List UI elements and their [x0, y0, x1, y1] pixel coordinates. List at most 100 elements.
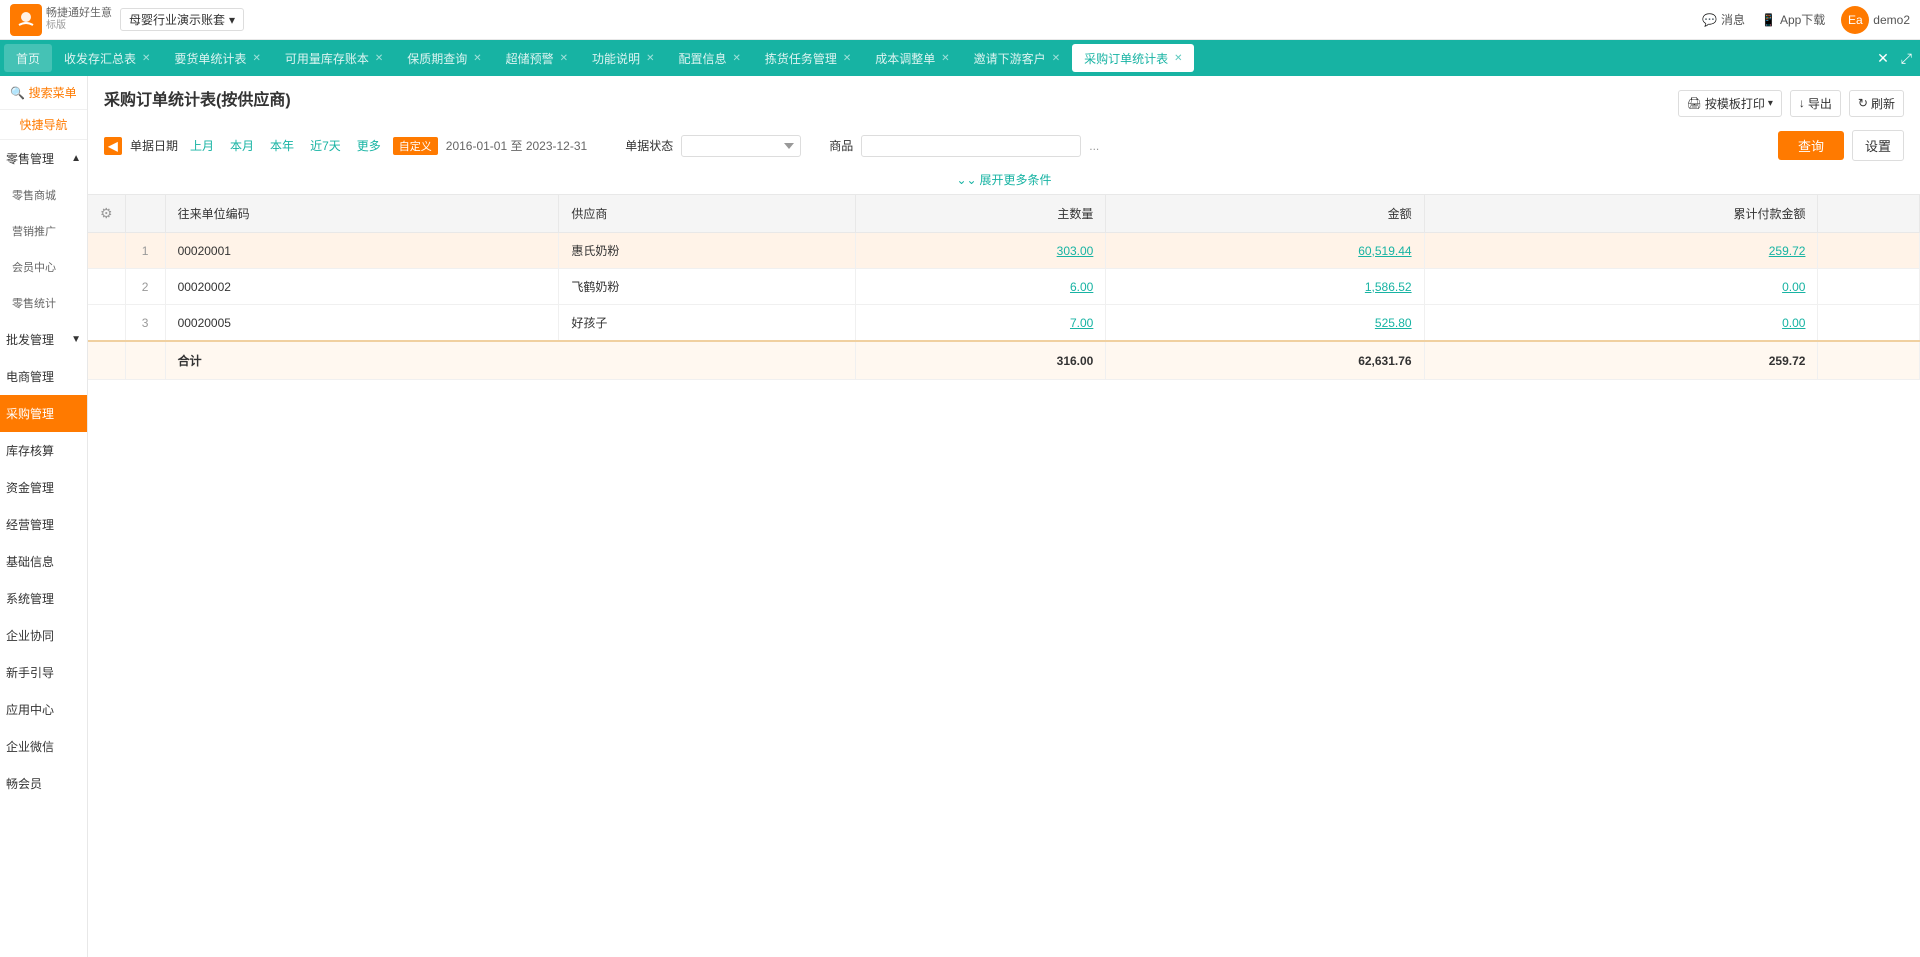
- table-row[interactable]: 3 00020005 好孩子 7.00 525.80 0.00: [88, 305, 1920, 342]
- sidebar-item-marketing[interactable]: 营销推广: [0, 213, 87, 249]
- date-quick-more[interactable]: 更多: [353, 135, 385, 156]
- tab-help[interactable]: 功能说明 ✕: [580, 44, 666, 72]
- sidebar-item-member[interactable]: 会员中心: [0, 249, 87, 285]
- sidebar-item-system[interactable]: 系统管理: [0, 580, 87, 617]
- settings-button[interactable]: 设置: [1852, 130, 1904, 161]
- sidebar-item-vip[interactable]: 畅会员: [0, 765, 87, 802]
- close-icon[interactable]: ✕: [252, 53, 260, 64]
- goods-filter-label: 商品: [829, 137, 853, 154]
- tab-overstock[interactable]: 超储预警 ✕: [494, 44, 580, 72]
- close-icon[interactable]: ✕: [560, 53, 568, 64]
- tab-purchase-stats[interactable]: 采购订单统计表 ✕: [1072, 44, 1194, 72]
- print-label: 按模板打印: [1705, 95, 1765, 112]
- td-amount-1[interactable]: 60,519.44: [1106, 233, 1424, 269]
- query-button[interactable]: 查询: [1778, 131, 1844, 160]
- close-icon[interactable]: ✕: [843, 53, 851, 64]
- tab-config[interactable]: 配置信息 ✕: [666, 44, 752, 72]
- user-action[interactable]: Ea demo2: [1841, 6, 1910, 34]
- tasks-tab-label: 拣货任务管理: [765, 50, 837, 67]
- expand-filters-btn[interactable]: ⌄⌄ 展开更多条件: [956, 171, 1051, 188]
- goods-input[interactable]: [861, 135, 1081, 157]
- main-content: 采购订单统计表(按供应商) 🖨 按模板打印 ▾ ↓ 导出 ↻: [88, 76, 1920, 957]
- sidebar-item-finance[interactable]: 资金管理: [0, 469, 87, 506]
- td-paid-3[interactable]: 0.00: [1424, 305, 1818, 342]
- date-quick-7days[interactable]: 近7天: [306, 135, 345, 156]
- refresh-button[interactable]: ↻ 刷新: [1849, 90, 1904, 117]
- td-qty-1[interactable]: 303.00: [855, 233, 1106, 269]
- collapse-filter-icon[interactable]: ◀: [104, 137, 122, 155]
- nav-tabs: 首页 收发存汇总表 ✕ 要货单统计表 ✕ 可用量库存账本 ✕ 保质期查询 ✕ 超…: [0, 40, 1920, 76]
- sidebar-retail-label: 零售管理: [6, 150, 54, 167]
- custom-date-badge[interactable]: 自定义: [393, 137, 438, 155]
- date-quick-this-month[interactable]: 本月: [226, 135, 258, 156]
- sidebar-item-wholesale[interactable]: 批发管理 ▼: [0, 321, 87, 358]
- sidebar-item-inventory-check[interactable]: 库存核算: [0, 432, 87, 469]
- tab-expiry[interactable]: 保质期查询 ✕: [395, 44, 493, 72]
- td-amount-3[interactable]: 525.80: [1106, 305, 1424, 342]
- search-icon: 🔍: [10, 86, 25, 100]
- more-filters-btn[interactable]: ...: [1089, 139, 1099, 153]
- table-row[interactable]: 2 00020002 飞鹤奶粉 6.00 1,586.52 0.00: [88, 269, 1920, 305]
- table-header-row: ⚙ 往来单位编码 供应商 主数量 金额 累计付款金额: [88, 195, 1920, 233]
- tab-cost[interactable]: 成本调整单 ✕: [863, 44, 961, 72]
- sidebar-item-retail-mall[interactable]: 零售商城: [0, 177, 87, 213]
- sidebar-item-purchase[interactable]: 采购管理: [0, 395, 87, 432]
- collect-tab-label: 收发存汇总表: [64, 50, 136, 67]
- tab-inventory[interactable]: 可用量库存账本 ✕: [273, 44, 395, 72]
- close-icon[interactable]: ✕: [473, 53, 481, 64]
- logo-icon: [10, 4, 42, 36]
- column-settings-icon[interactable]: ⚙: [100, 205, 113, 221]
- sidebar-item-basic-info[interactable]: 基础信息: [0, 543, 87, 580]
- app-download-action[interactable]: 📱 App下载: [1761, 11, 1825, 28]
- sidebar-item-collab[interactable]: 企业协同: [0, 617, 87, 654]
- sidebar-system-label: 系统管理: [6, 590, 54, 607]
- sidebar-app-center-label: 应用中心: [6, 701, 54, 718]
- tab-invite[interactable]: 邀请下游客户 ✕: [962, 44, 1072, 72]
- tab-order-stats[interactable]: 要货单统计表 ✕: [162, 44, 272, 72]
- export-button[interactable]: ↓ 导出: [1790, 90, 1841, 117]
- tab-tasks[interactable]: 拣货任务管理 ✕: [753, 44, 863, 72]
- sidebar-item-app-center[interactable]: 应用中心: [0, 691, 87, 728]
- nav-maximize-icon[interactable]: ⤢: [1897, 48, 1916, 69]
- td-amount-2[interactable]: 1,586.52: [1106, 269, 1424, 305]
- date-quick-this-year[interactable]: 本年: [266, 135, 298, 156]
- export-label: 导出: [1808, 95, 1832, 112]
- sidebar-search[interactable]: 🔍 搜索菜单: [0, 76, 87, 110]
- close-icon[interactable]: ✕: [732, 53, 740, 64]
- page-header: 采购订单统计表(按供应商) 🖨 按模板打印 ▾ ↓ 导出 ↻: [88, 76, 1920, 195]
- sidebar-item-ecommerce[interactable]: 电商管理: [0, 358, 87, 395]
- td-qty-2[interactable]: 6.00: [855, 269, 1106, 305]
- sidebar-item-retail-stats[interactable]: 零售统计: [0, 285, 87, 321]
- td-settings-2: [88, 269, 125, 305]
- close-icon[interactable]: ✕: [1174, 53, 1182, 64]
- close-icon[interactable]: ✕: [941, 53, 949, 64]
- message-action[interactable]: 💬 消息: [1702, 11, 1745, 28]
- date-range-text: 2016-01-01 至 2023-12-31: [446, 137, 587, 154]
- sidebar-item-guide[interactable]: 新手引导: [0, 654, 87, 691]
- tab-collect[interactable]: 收发存汇总表 ✕: [52, 44, 162, 72]
- tab-home[interactable]: 首页: [4, 44, 52, 72]
- sidebar-quick-nav[interactable]: 快捷导航: [0, 110, 87, 140]
- td-paid-1[interactable]: 259.72: [1424, 233, 1818, 269]
- nav-close-icon[interactable]: ✕: [1873, 48, 1893, 69]
- chevron-down-icon: ▼: [71, 334, 81, 345]
- status-select[interactable]: [681, 135, 801, 157]
- td-paid-2[interactable]: 0.00: [1424, 269, 1818, 305]
- expiry-tab-label: 保质期查询: [407, 50, 467, 67]
- print-button[interactable]: 🖨 按模板打印 ▾: [1678, 90, 1782, 117]
- content-area: 采购订单统计表(按供应商) 🖨 按模板打印 ▾ ↓ 导出 ↻: [88, 76, 1920, 957]
- close-icon[interactable]: ✕: [142, 53, 150, 64]
- sidebar-item-wechat[interactable]: 企业微信: [0, 728, 87, 765]
- close-icon[interactable]: ✕: [375, 53, 383, 64]
- th-code: 往来单位编码: [165, 195, 559, 233]
- chevron-up-icon: ▲: [71, 153, 81, 164]
- table-row[interactable]: 1 00020001 惠氏奶粉 303.00 60,519.44 259.72: [88, 233, 1920, 269]
- td-qty-3[interactable]: 7.00: [855, 305, 1106, 342]
- sidebar-item-operations[interactable]: 经营管理: [0, 506, 87, 543]
- top-bar: 畅捷通好生意 标版 母婴行业演示账套 ▾ 💬 消息 📱 App下载 Ea dem…: [0, 0, 1920, 40]
- close-icon[interactable]: ✕: [646, 53, 654, 64]
- date-quick-last-month[interactable]: 上月: [186, 135, 218, 156]
- sidebar-item-retail[interactable]: 零售管理 ▲: [0, 140, 87, 177]
- workspace-selector[interactable]: 母婴行业演示账套 ▾: [120, 8, 244, 31]
- close-icon[interactable]: ✕: [1052, 53, 1060, 64]
